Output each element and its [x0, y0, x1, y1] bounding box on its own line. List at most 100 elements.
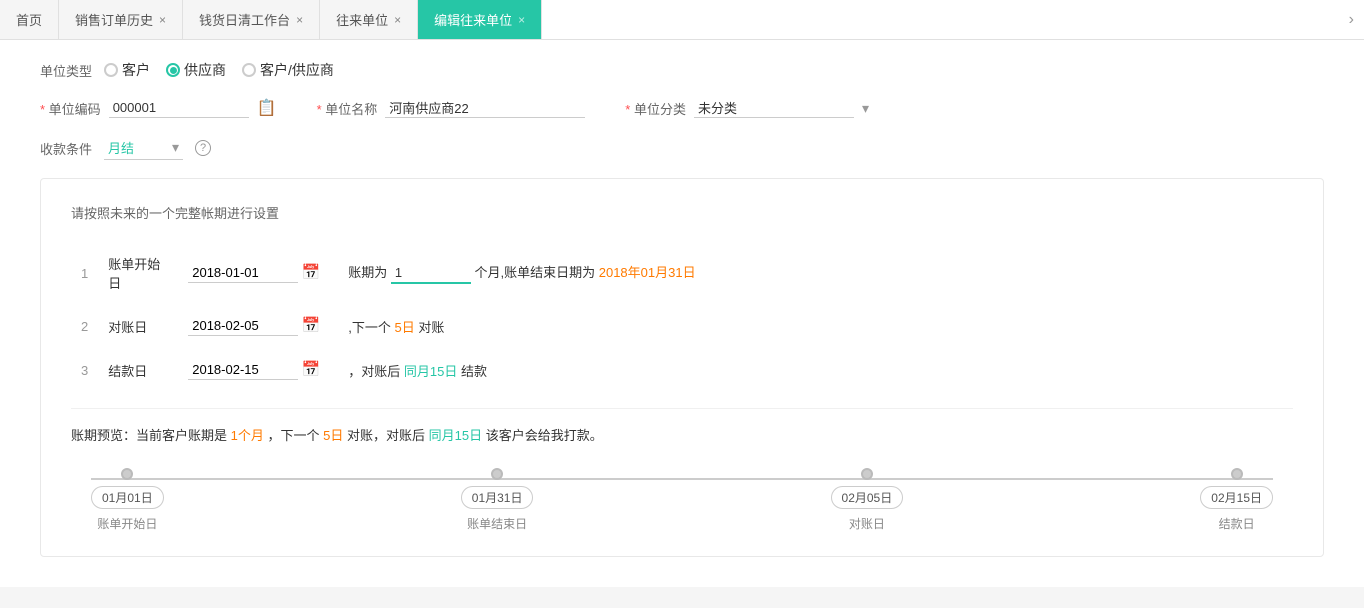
period-end-date: 2018年01月31日: [599, 265, 696, 280]
preview-sep1: ，下一个: [268, 428, 320, 443]
timeline-node-3: 02月15日 结款日: [1200, 468, 1273, 532]
tab-edit-units[interactable]: 编辑往来单位 ×: [418, 0, 542, 39]
tab-bar: 首页 销售订单历史 × 钱货日清工作台 × 往来单位 × 编辑往来单位 × ›: [0, 0, 1364, 40]
node-2-badge: 02月05日: [831, 486, 904, 509]
tab-cash-work-close[interactable]: ×: [296, 13, 303, 27]
step-3-num: 3: [71, 348, 98, 392]
radio-both-label: 客户/供应商: [260, 60, 334, 80]
tab-edit-units-label: 编辑往来单位: [434, 10, 512, 29]
category-label: 单位分类: [625, 99, 686, 118]
timeline-wrapper: 01月01日 账单开始日 01月31日 账单结束日 02月05日 对账日: [71, 468, 1293, 532]
timeline-node-0: 01月01日 账单开始日: [91, 468, 164, 532]
step-3-date-input[interactable]: [188, 360, 298, 380]
unit-type-label: 单位类型: [40, 61, 92, 80]
tab-units[interactable]: 往来单位 ×: [320, 0, 418, 39]
step-2-suffix: 对账: [418, 320, 444, 335]
step-2-cal-icon[interactable]: 📅: [302, 317, 321, 334]
tab-units-close[interactable]: ×: [394, 13, 401, 27]
timeline-node-2: 02月05日 对账日: [831, 468, 904, 532]
preview-part3: 同月15日: [429, 428, 482, 443]
step-2-prefix: ,下一个: [348, 320, 391, 335]
panel-description: 请按照未来的一个完整帐期进行设置: [71, 203, 1293, 222]
tab-cash-work[interactable]: 钱货日清工作台 ×: [183, 0, 320, 39]
node-2-caption: 对账日: [849, 515, 885, 532]
period-unit: 个月,账单结束日期为: [475, 265, 599, 280]
steps-table: 1 账单开始日 📅 账期为 个月,账单结束日期为 2018年01月31日: [71, 242, 1293, 392]
code-copy-icon[interactable]: 📋: [257, 98, 277, 118]
tab-units-label: 往来单位: [336, 10, 388, 29]
step-3-prefix: ，对账后: [348, 364, 400, 379]
tab-more-button[interactable]: ›: [1339, 0, 1364, 39]
node-1-dot: [491, 468, 503, 480]
step-1-date-input[interactable]: [188, 263, 298, 283]
category-group: 单位分类 ▾: [625, 98, 869, 118]
timeline-node-1: 01月31日 账单结束日: [461, 468, 534, 532]
payment-label: 收款条件: [40, 139, 92, 158]
payment-value: 月结: [108, 138, 168, 157]
step-3-highlight: 同月15日: [404, 364, 457, 379]
payment-help-icon[interactable]: ?: [195, 140, 211, 156]
step-2-date-input[interactable]: [188, 316, 298, 336]
unit-type-row: 单位类型 客户 供应商 客户/供应商: [40, 60, 1324, 80]
tab-home-label: 首页: [16, 10, 42, 29]
step-3-desc: ，对账后 同月15日 结款: [338, 348, 1293, 392]
fields-row: 单位编码 📋 单位名称 单位分类 ▾: [40, 98, 1324, 118]
tab-home[interactable]: 首页: [0, 0, 59, 39]
radio-customer-label: 客户: [122, 60, 150, 80]
page-content: 单位类型 客户 供应商 客户/供应商 单位编码 📋 单位名称: [0, 40, 1364, 587]
period-input[interactable]: [391, 263, 471, 284]
step-3-cal-icon[interactable]: 📅: [302, 361, 321, 378]
step-2-num: 2: [71, 304, 98, 348]
preview-part1: 1个月: [231, 428, 264, 443]
radio-customer-circle: [104, 63, 118, 77]
step-2-name: 对账日: [98, 304, 178, 348]
preview-label: 账期预览：当前客户账期是: [71, 428, 227, 443]
step-1-name: 账单开始日: [98, 242, 178, 304]
step-3-suffix: 结款: [461, 364, 487, 379]
radio-supplier-circle: [166, 63, 180, 77]
period-label: 账期为: [348, 265, 387, 280]
step-3-name: 结款日: [98, 348, 178, 392]
preview-text: 账期预览：当前客户账期是 1个月 ，下一个 5日 对账，对账后 同月15日 该客…: [71, 425, 1293, 444]
step-1-row: 1 账单开始日 📅 账期为 个月,账单结束日期为 2018年01月31日: [71, 242, 1293, 304]
node-3-caption: 结款日: [1219, 515, 1255, 532]
tab-edit-units-close[interactable]: ×: [518, 13, 525, 27]
radio-both[interactable]: 客户/供应商: [242, 60, 334, 80]
step-1-desc: 账期为 个月,账单结束日期为 2018年01月31日: [338, 242, 1293, 304]
unit-type-radio-group: 客户 供应商 客户/供应商: [104, 60, 334, 80]
radio-both-circle: [242, 63, 256, 77]
node-1-caption: 账单结束日: [467, 515, 527, 532]
step-3-row: 3 结款日 📅 ，对账后 同月15日 结款: [71, 348, 1293, 392]
node-0-dot: [121, 468, 133, 480]
tab-sales-history-label: 销售订单历史: [75, 10, 153, 29]
code-input[interactable]: [109, 98, 249, 118]
timeline-nodes: 01月01日 账单开始日 01月31日 账单结束日 02月05日 对账日: [91, 468, 1273, 532]
category-input[interactable]: [694, 98, 854, 118]
preview-sep2: 对账，对账后: [347, 428, 425, 443]
step-3-date-cell: 📅: [178, 348, 338, 392]
radio-customer[interactable]: 客户: [104, 60, 150, 80]
code-label: 单位编码: [40, 99, 101, 118]
step-2-row: 2 对账日 📅 ,下一个 5日 对账: [71, 304, 1293, 348]
step-1-cal-icon[interactable]: 📅: [302, 264, 321, 281]
name-input[interactable]: [385, 98, 585, 118]
node-0-badge: 01月01日: [91, 486, 164, 509]
payment-select[interactable]: 月结 ▾: [104, 136, 183, 160]
node-2-dot: [861, 468, 873, 480]
node-1-badge: 01月31日: [461, 486, 534, 509]
step-1-num: 1: [71, 242, 98, 304]
tab-sales-history[interactable]: 销售订单历史 ×: [59, 0, 183, 39]
step-2-desc: ,下一个 5日 对账: [338, 304, 1293, 348]
step-2-highlight: 5日: [394, 320, 414, 335]
step-1-date-cell: 📅: [178, 242, 338, 304]
node-0-caption: 账单开始日: [97, 515, 157, 532]
preview-section: 账期预览：当前客户账期是 1个月 ，下一个 5日 对账，对账后 同月15日 该客…: [71, 408, 1293, 532]
name-group: 单位名称: [317, 98, 586, 118]
radio-supplier[interactable]: 供应商: [166, 60, 226, 80]
tab-sales-history-close[interactable]: ×: [159, 13, 166, 27]
category-dropdown-icon[interactable]: ▾: [862, 100, 869, 117]
node-3-badge: 02月15日: [1200, 486, 1273, 509]
payment-dropdown-icon: ▾: [172, 139, 179, 156]
preview-suffix: 该客户会给我打款。: [486, 428, 603, 443]
name-label: 单位名称: [317, 99, 378, 118]
